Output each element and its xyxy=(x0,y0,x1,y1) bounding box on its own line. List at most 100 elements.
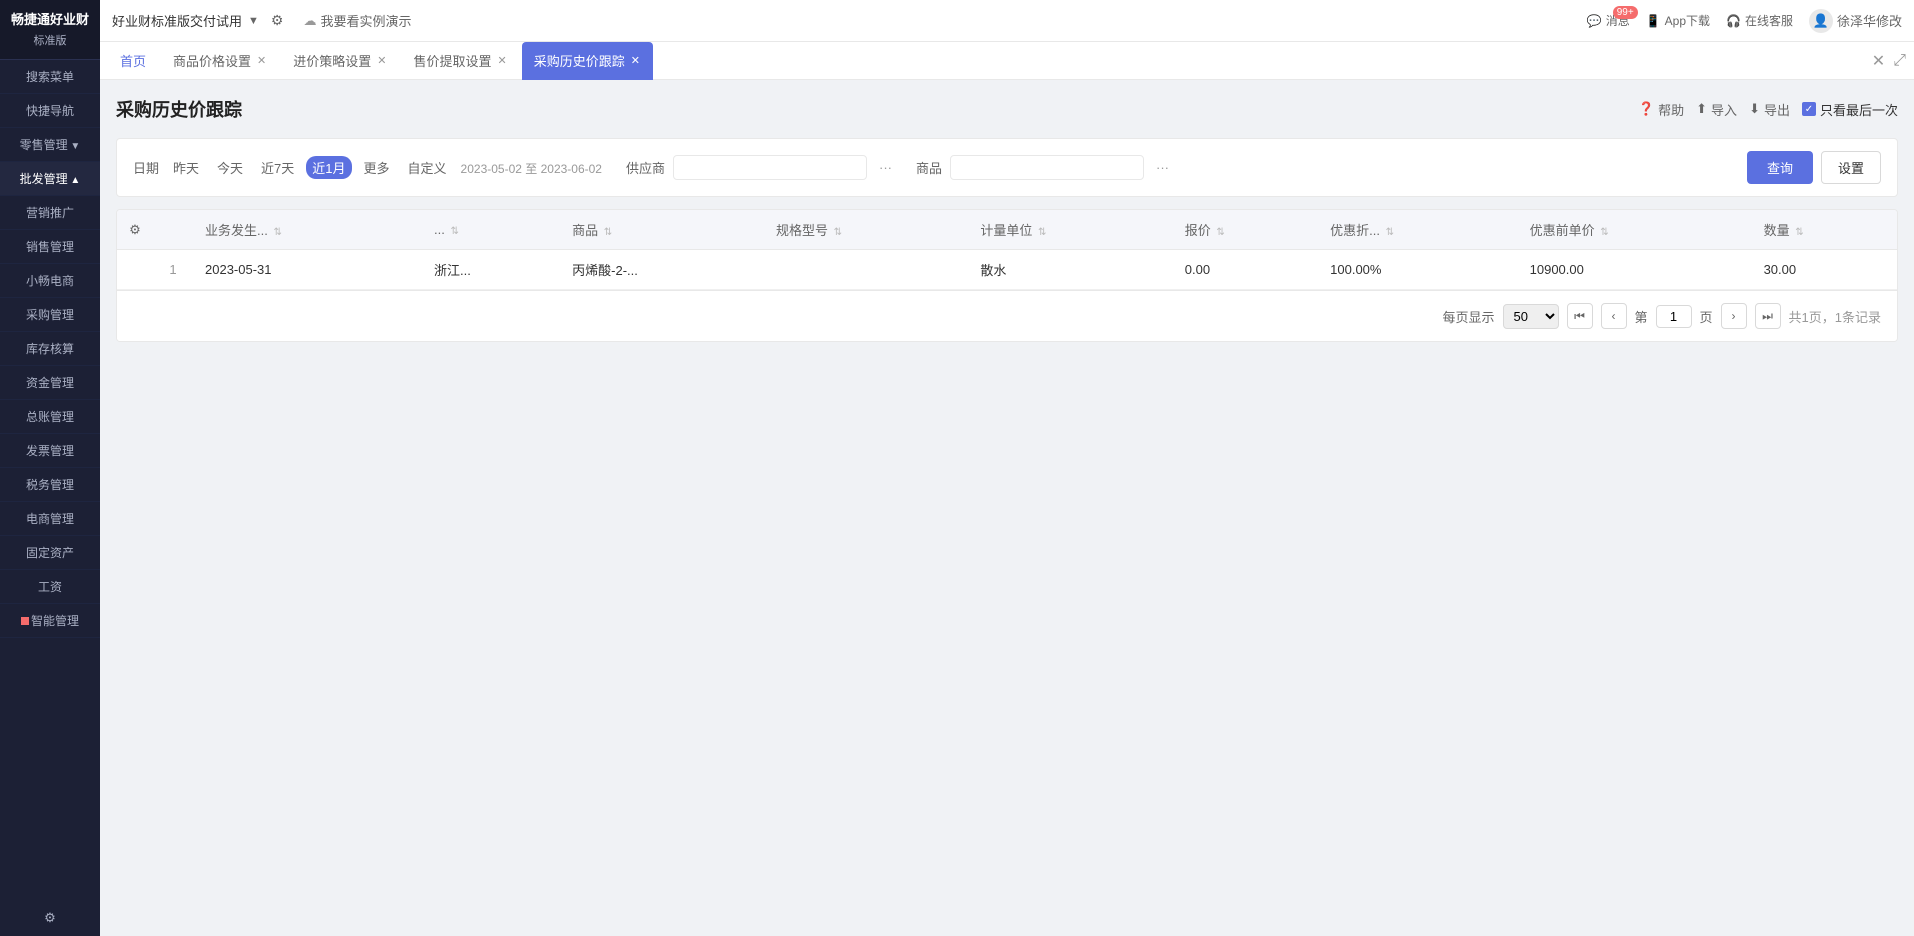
query-button[interactable]: 查询 xyxy=(1747,151,1813,184)
sidebar-item-1[interactable]: 快捷导航 xyxy=(0,94,100,128)
help-icon: ❓ xyxy=(1638,101,1654,117)
table-col-business-date[interactable]: 业务发生... ⇅ xyxy=(193,210,422,250)
sidebar-item-label-0: 搜索菜单 xyxy=(26,70,74,84)
supplier-filter-label: 供应商 xyxy=(626,158,665,177)
topbar-settings-icon[interactable]: ⚙ xyxy=(271,12,284,29)
sidebar-item-4[interactable]: 营销推广 xyxy=(0,196,100,230)
sidebar-item-0[interactable]: 搜索菜单 xyxy=(0,60,100,94)
user-menu[interactable]: 👤 徐泽华修改 xyxy=(1809,9,1902,33)
online-service-label: 在线客服 xyxy=(1745,12,1793,29)
table-cell-0-9: 10900.00 xyxy=(1518,250,1752,290)
only-last-label: 只看最后一次 xyxy=(1820,100,1898,119)
app-download-button[interactable]: 📱 App下载 xyxy=(1646,12,1710,29)
version-selector[interactable]: 好业财标准版交付试用 ▼ xyxy=(112,11,259,30)
sidebar-item-3[interactable]: 批发管理 ▲ xyxy=(0,162,100,196)
sidebar-item-13[interactable]: 电商管理 xyxy=(0,502,100,536)
sidebar-item-label-3: 批发管理 xyxy=(20,172,68,186)
table-cell-0-0 xyxy=(117,250,153,290)
date-option-5[interactable]: 自定义 xyxy=(402,156,453,179)
table-col-unit[interactable]: 计量单位 ⇅ xyxy=(968,210,1172,250)
export-button[interactable]: ⬇ 导出 xyxy=(1749,100,1790,119)
filter-row: 日期 昨天今天近7天近1月更多自定义 2023-05-02 至 2023-06-… xyxy=(133,151,1881,184)
goods-dots-button[interactable]: ··· xyxy=(1156,160,1169,175)
date-option-2[interactable]: 近7天 xyxy=(255,156,300,179)
data-table: ⚙ 业务发生... ⇅ ... ⇅ 商品 ⇅ 规格型号 ⇅ 计量单位 ⇅ 报价 … xyxy=(117,210,1897,290)
sort-icon-quantity: ⇅ xyxy=(1795,227,1803,238)
sidebar-item-16[interactable]: 智能管理 xyxy=(0,604,100,638)
user-avatar-icon: 👤 xyxy=(1813,13,1829,29)
tab-close-icon[interactable]: ✕ xyxy=(1872,51,1885,71)
tab-2[interactable]: 进价策略设置✕ xyxy=(281,42,399,80)
demo-button[interactable]: ☁ 我要看实例演示 xyxy=(303,11,411,30)
filter-actions: 查询 设置 xyxy=(1747,151,1881,184)
prev-page-button[interactable]: ‹ xyxy=(1601,303,1627,329)
sidebar-item-11[interactable]: 发票管理 xyxy=(0,434,100,468)
table-col-quantity[interactable]: 数量 ⇅ xyxy=(1752,210,1897,250)
date-range: 2023-05-02 至 2023-06-02 xyxy=(461,160,602,177)
demo-label: 我要看实例演示 xyxy=(320,11,411,30)
sidebar-item-5[interactable]: 销售管理 xyxy=(0,230,100,264)
table-col-discount[interactable]: 优惠折... ⇅ xyxy=(1318,210,1517,250)
main-area: 好业财标准版交付试用 ▼ ⚙ ☁ 我要看实例演示 💬 消息 99+ 📱 App下… xyxy=(100,0,1914,936)
tab-1[interactable]: 商品价格设置✕ xyxy=(161,42,279,80)
sidebar-item-9[interactable]: 资金管理 xyxy=(0,366,100,400)
page-input[interactable] xyxy=(1656,305,1692,328)
sidebar-item-2[interactable]: 零售管理 ▼ xyxy=(0,128,100,162)
table-col-price[interactable]: 报价 ⇅ xyxy=(1173,210,1318,250)
sidebar-item-12[interactable]: 税务管理 xyxy=(0,468,100,502)
next-page-button[interactable]: › xyxy=(1721,303,1747,329)
sidebar-item-8[interactable]: 库存核算 xyxy=(0,332,100,366)
sidebar-item-14[interactable]: 固定资产 xyxy=(0,536,100,570)
table-col-pre-discount[interactable]: 优惠前单价 ⇅ xyxy=(1518,210,1752,250)
sidebar-item-10[interactable]: 总账管理 xyxy=(0,400,100,434)
import-button[interactable]: ⬆ 导入 xyxy=(1696,100,1737,119)
date-filter-label: 日期 xyxy=(133,158,159,177)
date-option-4[interactable]: 更多 xyxy=(358,156,396,179)
help-button[interactable]: ❓ 帮助 xyxy=(1638,100,1684,119)
date-option-1[interactable]: 今天 xyxy=(211,156,249,179)
goods-input[interactable] xyxy=(950,155,1144,180)
sidebar-item-label-9: 资金管理 xyxy=(26,376,74,390)
date-option-0[interactable]: 昨天 xyxy=(167,156,205,179)
tab-expand-icon[interactable]: ⤢ xyxy=(1893,52,1906,70)
tab-close-2[interactable]: ✕ xyxy=(377,54,386,67)
table-cell-0-8: 100.00% xyxy=(1318,250,1517,290)
tab-close-1[interactable]: ✕ xyxy=(257,54,266,67)
table-col-spec[interactable]: 规格型号 ⇅ xyxy=(764,210,968,250)
online-service-button[interactable]: 🎧 在线客服 xyxy=(1726,12,1793,29)
sidebar-item-label-1: 快捷导航 xyxy=(26,104,74,118)
sort-icon-unit: ⇅ xyxy=(1038,227,1046,238)
sidebar-item-15[interactable]: 工资 xyxy=(0,570,100,604)
first-page-button[interactable]: ⏮ xyxy=(1567,303,1593,329)
last-page-button[interactable]: ⏭ xyxy=(1755,303,1781,329)
table-cell-0-2: 2023-05-31 xyxy=(193,250,422,290)
settings-button[interactable]: 设置 xyxy=(1821,151,1881,184)
sidebar-item-7[interactable]: 采购管理 xyxy=(0,298,100,332)
export-label: 导出 xyxy=(1764,100,1790,119)
sidebar-dot-icon xyxy=(21,617,29,625)
supplier-dots-button[interactable]: ··· xyxy=(879,160,892,175)
table-col-extra[interactable]: ... ⇅ xyxy=(422,210,560,250)
per-page-select[interactable]: 50 20 100 xyxy=(1503,304,1559,329)
supplier-input[interactable] xyxy=(673,155,867,180)
tab-close-3[interactable]: ✕ xyxy=(498,54,507,67)
tab-close-4[interactable]: ✕ xyxy=(631,54,640,67)
tab-label-0: 首页 xyxy=(120,51,146,70)
table-col-goods[interactable]: 商品 ⇅ xyxy=(560,210,764,250)
sort-icon-goods: ⇅ xyxy=(604,227,612,238)
avatar: 👤 xyxy=(1809,9,1833,33)
table-body: 12023-05-31浙江...丙烯酸-2-...散水0.00100.00%10… xyxy=(117,250,1897,290)
sort-icon-pre-discount: ⇅ xyxy=(1600,227,1608,238)
settings-icon[interactable]: ⚙ xyxy=(10,910,90,926)
date-option-3[interactable]: 近1月 xyxy=(306,156,351,179)
messages-button[interactable]: 💬 消息 99+ xyxy=(1587,12,1630,29)
table-cell-0-10: 30.00 xyxy=(1752,250,1897,290)
tab-3[interactable]: 售价提取设置 ✕ xyxy=(401,42,519,80)
sidebar-item-6[interactable]: 小畅电商 xyxy=(0,264,100,298)
tab-label-3: 售价提取设置 xyxy=(413,51,491,70)
app-logo-sub: 标准版 xyxy=(34,32,67,48)
tab-0[interactable]: 首页 xyxy=(108,42,159,80)
only-last-checkbox[interactable]: ✓ 只看最后一次 xyxy=(1802,100,1898,119)
table-col-settings[interactable]: ⚙ xyxy=(117,210,153,250)
tab-4[interactable]: 采购历史价跟踪✕ xyxy=(522,42,653,80)
